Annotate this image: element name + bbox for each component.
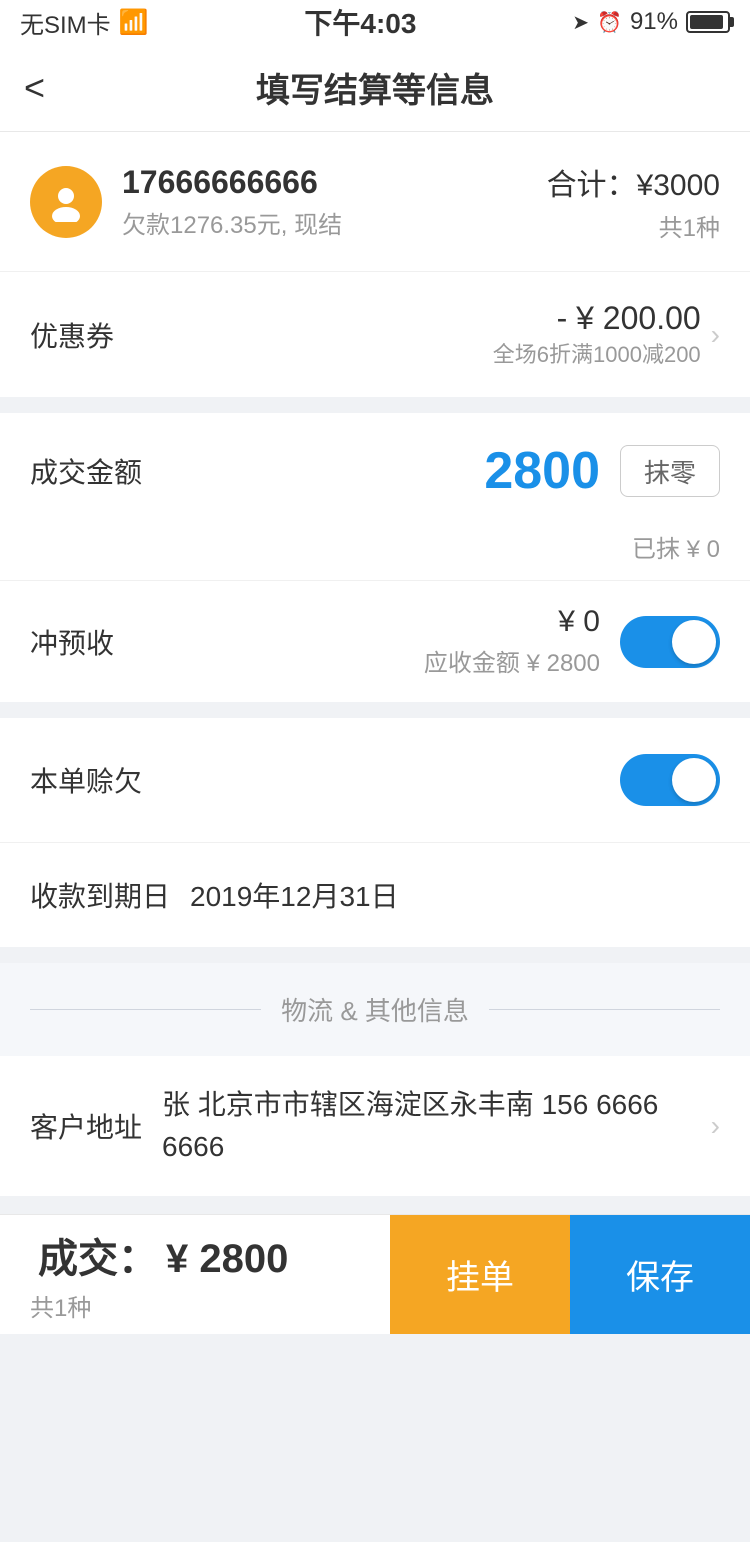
customer-info: 17666666666 欠款1276.35元, 现结 [122, 164, 342, 240]
prepay-right: ¥ 0 应收金额 ¥ 2800 [424, 605, 720, 678]
bottom-deal-text: 成交：¥ 2800 [30, 1226, 360, 1284]
total-sub: 共1种 [547, 208, 720, 243]
back-button[interactable]: < [24, 67, 45, 109]
customer-left: 17666666666 欠款1276.35元, 现结 [30, 164, 342, 240]
coupon-desc: 全场6折满1000减200 [493, 337, 701, 369]
arrears-card: 本单赊欠 收款到期日 2019年12月31日 [0, 718, 750, 947]
customer-right: 合计：¥3000 共1种 [547, 160, 720, 243]
round-off-button[interactable]: 抹零 [620, 445, 720, 497]
bottom-count: 共1种 [30, 1288, 360, 1323]
prepay-sub: 应收金额 ¥ 2800 [424, 643, 600, 678]
wifi-icon: 📶 [119, 8, 149, 37]
save-button[interactable]: 保存 [570, 1215, 750, 1334]
address-value: 张 北京市市辖区海淀区永丰南 156 6666 6666 [162, 1084, 711, 1168]
divider-line-left [30, 1009, 261, 1010]
bottom-bar: 成交：¥ 2800 共1种 挂单 保存 [0, 1214, 750, 1334]
customer-card: 17666666666 欠款1276.35元, 现结 合计：¥3000 共1种 … [0, 132, 750, 397]
logistics-divider: 物流 & 其他信息 [0, 963, 750, 1056]
bottom-actions: 挂单 保存 [390, 1215, 750, 1334]
nav-title: 填写结算等信息 [256, 63, 494, 112]
amount-card: 成交金额 2800 抹零 已抹 ¥ 0 冲预收 ¥ 0 应收金额 ¥ 2800 [0, 413, 750, 702]
address-row[interactable]: 客户地址 张 北京市市辖区海淀区永丰南 156 6666 6666 › [0, 1056, 750, 1196]
avatar [30, 166, 102, 238]
amount-sub: 已抹 ¥ 0 [0, 529, 750, 580]
status-bar: 无SIM卡 📶 下午4:03 ➤ ⏰ 91% [0, 0, 750, 44]
arrears-row: 本单赊欠 [0, 718, 750, 842]
customer-row: 17666666666 欠款1276.35元, 现结 合计：¥3000 共1种 [0, 132, 750, 271]
coupon-chevron-icon: › [711, 319, 720, 351]
amount-right: 2800 抹零 [484, 441, 720, 501]
customer-phone: 17666666666 [122, 164, 342, 201]
coupon-label: 优惠券 [30, 315, 114, 355]
coupon-right: - ¥ 200.00 全场6折满1000减200 › [493, 300, 720, 369]
prepay-row: 冲预收 ¥ 0 应收金额 ¥ 2800 [0, 580, 750, 702]
prepay-toggle-knob [672, 620, 716, 664]
amount-row: 成交金额 2800 抹零 [0, 413, 750, 529]
bottom-summary: 成交：¥ 2800 共1种 [0, 1226, 390, 1323]
carrier-label: 无SIM卡 [20, 5, 111, 40]
logistics-card: 物流 & 其他信息 客户地址 张 北京市市辖区海淀区永丰南 156 6666 6… [0, 963, 750, 1196]
due-value: 2019年12月31日 [190, 875, 399, 915]
status-bar-left: 无SIM卡 📶 [20, 5, 149, 40]
location-icon: ➤ [572, 10, 589, 35]
amount-value: 2800 [484, 441, 600, 501]
arrears-toggle-knob [672, 758, 716, 802]
status-bar-right: ➤ ⏰ 91% [572, 8, 730, 36]
total-amount: 合计：¥3000 [547, 160, 720, 204]
address-label: 客户地址 [30, 1106, 142, 1146]
nav-bar: < 填写结算等信息 [0, 44, 750, 132]
arrears-label: 本单赊欠 [30, 760, 142, 800]
alarm-icon: ⏰ [597, 10, 622, 35]
status-bar-time: 下午4:03 [304, 2, 416, 42]
address-chevron-icon: › [711, 1110, 720, 1142]
bottom-deal-amount: ¥ 2800 [166, 1237, 288, 1281]
battery-percent: 91% [630, 8, 678, 36]
customer-sub: 欠款1276.35元, 现结 [122, 205, 342, 240]
due-row: 收款到期日 2019年12月31日 [0, 842, 750, 947]
due-label: 收款到期日 [30, 875, 170, 915]
hang-button[interactable]: 挂单 [390, 1215, 570, 1334]
prepay-info: ¥ 0 应收金额 ¥ 2800 [424, 605, 600, 678]
coupon-amount: - ¥ 200.00 [493, 300, 701, 337]
prepay-label: 冲预收 [30, 622, 114, 662]
battery-fill [690, 15, 723, 29]
arrears-toggle[interactable] [620, 754, 720, 806]
coupon-row[interactable]: 优惠券 - ¥ 200.00 全场6折满1000减200 › [0, 271, 750, 397]
bottom-deal-label: 成交： [38, 1237, 158, 1281]
coupon-info: - ¥ 200.00 全场6折满1000减200 [493, 300, 701, 369]
prepay-toggle[interactable] [620, 616, 720, 668]
battery-icon [686, 11, 730, 33]
divider-line-right [489, 1009, 720, 1010]
amount-label: 成交金额 [30, 451, 142, 491]
logistics-label: 物流 & 其他信息 [261, 991, 489, 1028]
prepay-amount: ¥ 0 [424, 605, 600, 639]
